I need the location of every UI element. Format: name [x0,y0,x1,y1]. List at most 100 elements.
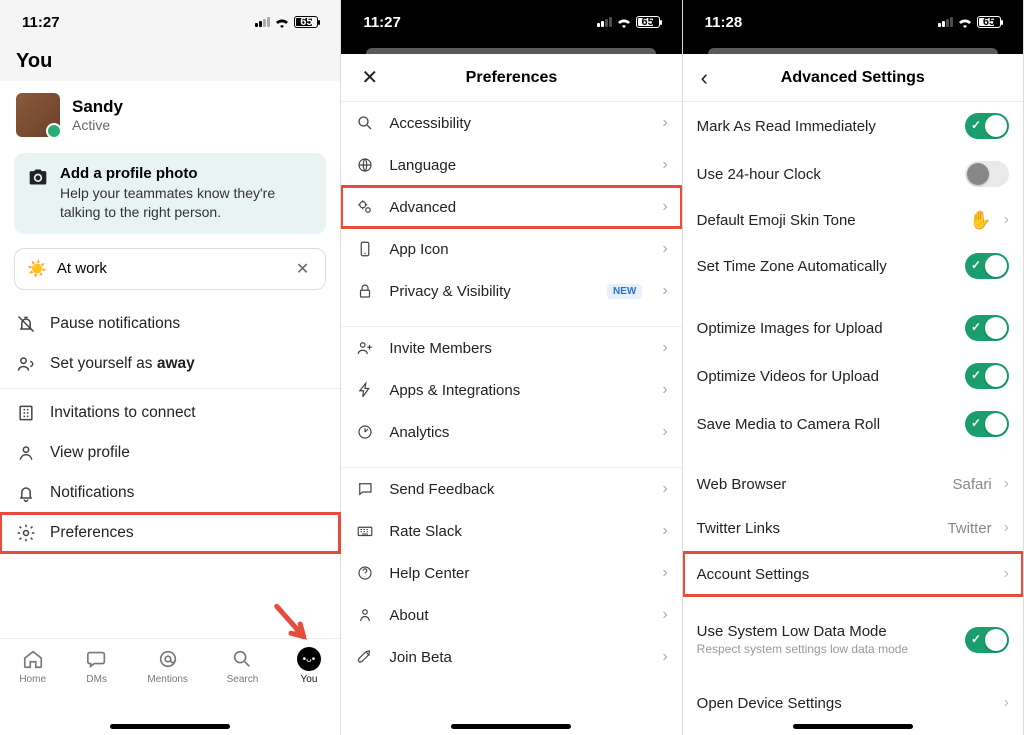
page-title: You [0,44,340,81]
pref-rate[interactable]: Rate Slack › [341,510,681,552]
close-icon[interactable]: ✕ [355,59,384,96]
home-indicator [110,724,230,729]
pref-accessibility[interactable]: Accessibility › [341,102,681,144]
sheet-background [683,44,1023,54]
battery-icon: 65 [636,16,660,28]
pref-privacy[interactable]: Privacy & Visibility NEW › [341,270,681,312]
battery-icon: 65 [294,16,318,28]
pref-language[interactable]: Language › [341,144,681,186]
tab-you[interactable]: •ᴗ• You [297,647,321,716]
pause-notifications-item[interactable]: Pause notifications [0,304,340,344]
menu-list: Pause notifications Set yourself as away… [0,300,340,557]
chevron-right-icon: › [1004,211,1009,229]
panel-advanced: 11:28 65 ‹ Advanced Settings Mark As Rea… [683,0,1024,735]
chevron-right-icon: › [662,114,667,132]
profile-name: Sandy [72,97,123,117]
chevron-right-icon: › [662,606,667,624]
adv-opt-videos[interactable]: Optimize Videos for Upload [683,352,1023,400]
status-icons: 65 [938,16,1001,28]
you-screen: You Sandy Active Add a profile photo Hel… [0,44,340,735]
toggle-on[interactable] [965,411,1009,437]
preferences-list: Accessibility › Language › Advanced › Ap… [341,102,681,716]
dm-icon [85,647,109,671]
chevron-right-icon: › [662,648,667,666]
avatar[interactable] [16,93,60,137]
hand-emoji-icon: ✋ [969,210,991,231]
adv-emoji-tone[interactable]: Default Emoji Skin Tone ✋ › [683,198,1023,242]
status-time: 11:28 [705,14,743,31]
status-icons: 65 [597,16,660,28]
toggle-on[interactable] [965,253,1009,279]
sheet-header: ‹ Advanced Settings [683,54,1023,102]
menu-label: View profile [50,444,130,462]
tab-search[interactable]: Search [227,647,259,716]
pref-analytics[interactable]: Analytics › [341,411,681,453]
adv-web-browser[interactable]: Web Browser Safari › [683,462,1023,506]
phone-icon [355,239,375,259]
adv-mark-read[interactable]: Mark As Read Immediately [683,102,1023,150]
advanced-list: Mark As Read Immediately Use 24-hour Clo… [683,102,1023,716]
pref-invite[interactable]: Invite Members › [341,327,681,369]
pref-app-icon[interactable]: App Icon › [341,228,681,270]
tab-dms[interactable]: DMs [85,647,109,716]
adv-opt-images[interactable]: Optimize Images for Upload [683,304,1023,352]
lock-icon [355,281,375,301]
clear-status-icon[interactable]: ✕ [292,259,313,279]
you-icon: •ᴗ• [297,647,321,671]
cellular-icon [938,17,953,27]
adv-save-media[interactable]: Save Media to Camera Roll [683,400,1023,448]
chat-icon [355,479,375,499]
sheet-title: Preferences [466,69,558,87]
add-photo-title: Add a profile photo [60,165,312,182]
menu-label: Invitations to connect [50,404,196,422]
status-chip[interactable]: ☀️ At work ✕ [14,248,326,290]
search-icon [230,647,254,671]
adv-timezone[interactable]: Set Time Zone Automatically [683,242,1023,290]
pref-help[interactable]: Help Center › [341,552,681,594]
wifi-icon [616,16,632,28]
gauge-icon [355,422,375,442]
toggle-on[interactable] [965,363,1009,389]
tab-home[interactable]: Home [19,647,46,716]
adv-low-data[interactable]: Use System Low Data Mode Respect system … [683,612,1023,667]
adv-24h-clock[interactable]: Use 24-hour Clock [683,150,1023,198]
new-badge: NEW [607,284,642,299]
globe-icon [355,155,375,175]
adv-device-settings[interactable]: Open Device Settings › [683,681,1023,716]
view-profile-item[interactable]: View profile [0,433,340,473]
toggle-off[interactable] [965,161,1009,187]
toggle-on[interactable] [965,627,1009,653]
profile-row[interactable]: Sandy Active [0,87,340,147]
adv-twitter-links[interactable]: Twitter Links Twitter › [683,506,1023,550]
chevron-right-icon: › [662,381,667,399]
chevron-right-icon: › [662,198,667,216]
building-icon [16,403,36,423]
sheet-title: Advanced Settings [781,69,925,87]
add-photo-card[interactable]: Add a profile photo Help your teammates … [14,153,326,234]
chevron-right-icon: › [662,240,667,258]
toggle-on[interactable] [965,315,1009,341]
set-away-item[interactable]: Set yourself as away [0,344,340,384]
status-bar: 11:27 65 [0,0,340,44]
wifi-icon [957,16,973,28]
pref-feedback[interactable]: Send Feedback › [341,468,681,510]
pref-advanced[interactable]: Advanced › [341,186,681,228]
keyboard-icon [355,521,375,541]
chevron-right-icon: › [1004,475,1009,493]
profile-icon [16,443,36,463]
battery-icon: 65 [977,16,1001,28]
back-icon[interactable]: ‹ [695,59,714,97]
toggle-on[interactable] [965,113,1009,139]
invitations-item[interactable]: Invitations to connect [0,393,340,433]
preferences-item[interactable]: Preferences [0,513,340,553]
bell-icon [16,483,36,503]
pref-apps[interactable]: Apps & Integrations › [341,369,681,411]
pref-beta[interactable]: Join Beta › [341,636,681,678]
tab-mentions[interactable]: Mentions [147,647,188,716]
pref-about[interactable]: About › [341,594,681,636]
notifications-item[interactable]: Notifications [0,473,340,513]
cellular-icon [597,17,612,27]
sheet-header: ✕ Preferences [341,54,681,102]
status-text: At work [57,260,282,277]
adv-account-settings[interactable]: Account Settings › [683,552,1023,596]
